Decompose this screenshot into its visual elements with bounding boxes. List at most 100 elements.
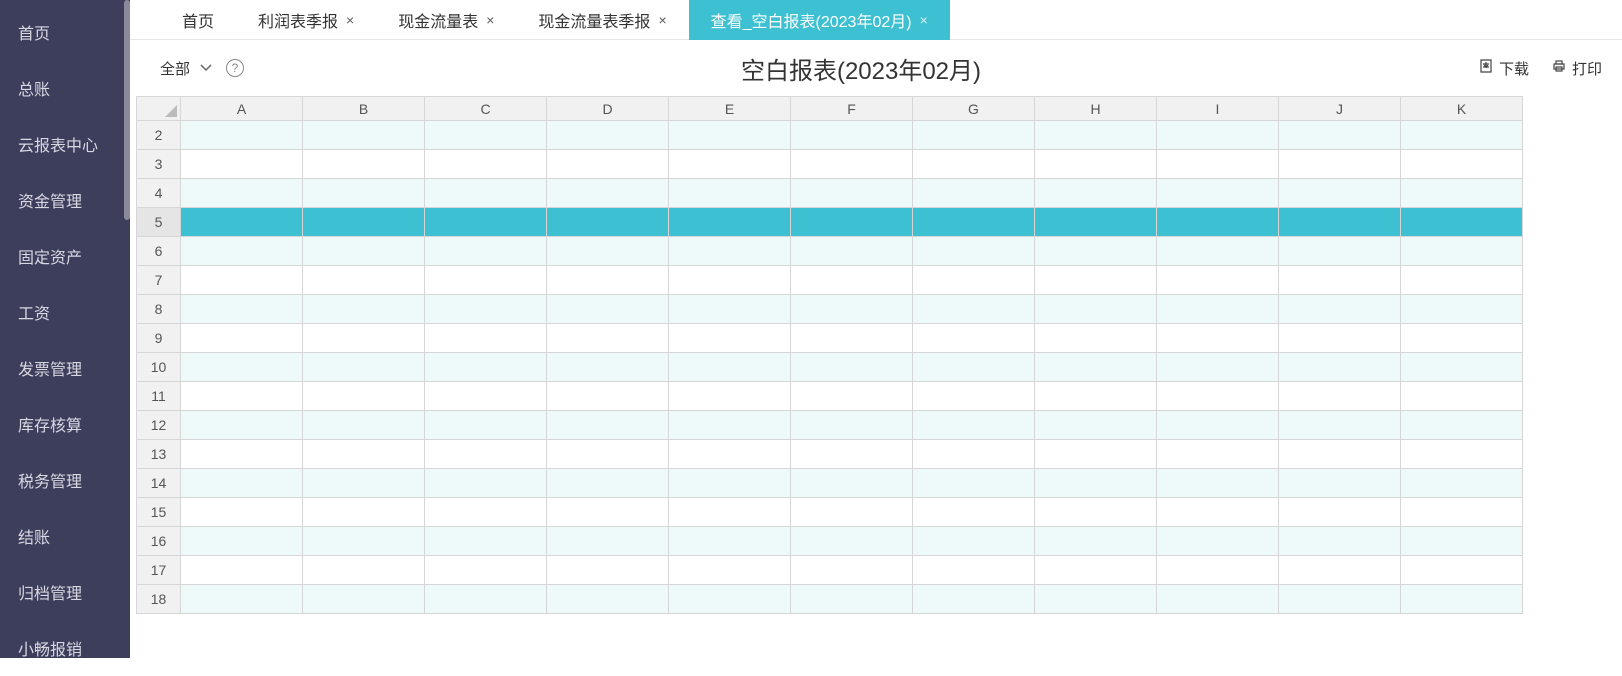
cell-G15[interactable] bbox=[913, 498, 1035, 527]
row-header-3[interactable]: 3 bbox=[137, 150, 181, 179]
cell-E9[interactable] bbox=[669, 324, 791, 353]
cell-K2[interactable] bbox=[1401, 121, 1523, 150]
cell-H16[interactable] bbox=[1035, 527, 1157, 556]
cell-F11[interactable] bbox=[791, 382, 913, 411]
cell-G10[interactable] bbox=[913, 353, 1035, 382]
column-header-F[interactable]: F bbox=[791, 97, 913, 121]
cell-I18[interactable] bbox=[1157, 585, 1279, 614]
help-icon[interactable]: ? bbox=[226, 59, 244, 77]
column-header-G[interactable]: G bbox=[913, 97, 1035, 121]
cell-D15[interactable] bbox=[547, 498, 669, 527]
cell-B14[interactable] bbox=[303, 469, 425, 498]
cell-I16[interactable] bbox=[1157, 527, 1279, 556]
cell-E14[interactable] bbox=[669, 469, 791, 498]
cell-H11[interactable] bbox=[1035, 382, 1157, 411]
cell-J7[interactable] bbox=[1279, 266, 1401, 295]
cell-H2[interactable] bbox=[1035, 121, 1157, 150]
cell-K6[interactable] bbox=[1401, 237, 1523, 266]
cell-F14[interactable] bbox=[791, 469, 913, 498]
cell-H5[interactable] bbox=[1035, 208, 1157, 237]
cell-D8[interactable] bbox=[547, 295, 669, 324]
cell-I7[interactable] bbox=[1157, 266, 1279, 295]
row-header-4[interactable]: 4 bbox=[137, 179, 181, 208]
cell-C2[interactable] bbox=[425, 121, 547, 150]
sidebar-item-3[interactable]: 资金管理 bbox=[0, 172, 130, 228]
cell-J2[interactable] bbox=[1279, 121, 1401, 150]
cell-E18[interactable] bbox=[669, 585, 791, 614]
cell-G5[interactable] bbox=[913, 208, 1035, 237]
cell-D10[interactable] bbox=[547, 353, 669, 382]
cell-H7[interactable] bbox=[1035, 266, 1157, 295]
cell-I17[interactable] bbox=[1157, 556, 1279, 585]
cell-I4[interactable] bbox=[1157, 179, 1279, 208]
cell-H12[interactable] bbox=[1035, 411, 1157, 440]
cell-F5[interactable] bbox=[791, 208, 913, 237]
cell-A17[interactable] bbox=[181, 556, 303, 585]
cell-F9[interactable] bbox=[791, 324, 913, 353]
cell-K5[interactable] bbox=[1401, 208, 1523, 237]
cell-C8[interactable] bbox=[425, 295, 547, 324]
cell-A15[interactable] bbox=[181, 498, 303, 527]
cell-H13[interactable] bbox=[1035, 440, 1157, 469]
cell-H14[interactable] bbox=[1035, 469, 1157, 498]
cell-B10[interactable] bbox=[303, 353, 425, 382]
cell-E5[interactable] bbox=[669, 208, 791, 237]
row-header-17[interactable]: 17 bbox=[137, 556, 181, 585]
cell-E2[interactable] bbox=[669, 121, 791, 150]
cell-K13[interactable] bbox=[1401, 440, 1523, 469]
cell-H15[interactable] bbox=[1035, 498, 1157, 527]
column-header-K[interactable]: K bbox=[1401, 97, 1523, 121]
download-button[interactable]: 下载 bbox=[1478, 58, 1529, 79]
cell-K16[interactable] bbox=[1401, 527, 1523, 556]
cell-F17[interactable] bbox=[791, 556, 913, 585]
cell-C7[interactable] bbox=[425, 266, 547, 295]
sidebar-item-2[interactable]: 云报表中心 bbox=[0, 116, 130, 172]
column-header-B[interactable]: B bbox=[303, 97, 425, 121]
cell-J5[interactable] bbox=[1279, 208, 1401, 237]
cell-K14[interactable] bbox=[1401, 469, 1523, 498]
row-header-14[interactable]: 14 bbox=[137, 469, 181, 498]
cell-F8[interactable] bbox=[791, 295, 913, 324]
cell-D14[interactable] bbox=[547, 469, 669, 498]
cell-J17[interactable] bbox=[1279, 556, 1401, 585]
cell-F10[interactable] bbox=[791, 353, 913, 382]
cell-A8[interactable] bbox=[181, 295, 303, 324]
cell-B16[interactable] bbox=[303, 527, 425, 556]
cell-B4[interactable] bbox=[303, 179, 425, 208]
cell-A11[interactable] bbox=[181, 382, 303, 411]
cell-E15[interactable] bbox=[669, 498, 791, 527]
cell-B7[interactable] bbox=[303, 266, 425, 295]
cell-E16[interactable] bbox=[669, 527, 791, 556]
cell-I15[interactable] bbox=[1157, 498, 1279, 527]
cell-G14[interactable] bbox=[913, 469, 1035, 498]
cell-A7[interactable] bbox=[181, 266, 303, 295]
cell-K9[interactable] bbox=[1401, 324, 1523, 353]
cell-K3[interactable] bbox=[1401, 150, 1523, 179]
spreadsheet[interactable]: ABCDEFGHIJK23456789101112131415161718 bbox=[130, 96, 1622, 658]
row-header-16[interactable]: 16 bbox=[137, 527, 181, 556]
cell-E12[interactable] bbox=[669, 411, 791, 440]
cell-D17[interactable] bbox=[547, 556, 669, 585]
cell-B17[interactable] bbox=[303, 556, 425, 585]
cell-I10[interactable] bbox=[1157, 353, 1279, 382]
cell-E11[interactable] bbox=[669, 382, 791, 411]
cell-B6[interactable] bbox=[303, 237, 425, 266]
row-header-11[interactable]: 11 bbox=[137, 382, 181, 411]
cell-C10[interactable] bbox=[425, 353, 547, 382]
cell-E8[interactable] bbox=[669, 295, 791, 324]
cell-H8[interactable] bbox=[1035, 295, 1157, 324]
cell-G6[interactable] bbox=[913, 237, 1035, 266]
cell-H3[interactable] bbox=[1035, 150, 1157, 179]
cell-C12[interactable] bbox=[425, 411, 547, 440]
cell-K11[interactable] bbox=[1401, 382, 1523, 411]
cell-G13[interactable] bbox=[913, 440, 1035, 469]
cell-B9[interactable] bbox=[303, 324, 425, 353]
sidebar-item-9[interactable]: 结账 bbox=[0, 508, 130, 564]
cell-I6[interactable] bbox=[1157, 237, 1279, 266]
row-header-12[interactable]: 12 bbox=[137, 411, 181, 440]
sidebar-item-11[interactable]: 小畅报销 bbox=[0, 620, 130, 676]
tab-2[interactable]: 现金流量表× bbox=[376, 0, 516, 40]
cell-I9[interactable] bbox=[1157, 324, 1279, 353]
cell-B12[interactable] bbox=[303, 411, 425, 440]
cell-J8[interactable] bbox=[1279, 295, 1401, 324]
